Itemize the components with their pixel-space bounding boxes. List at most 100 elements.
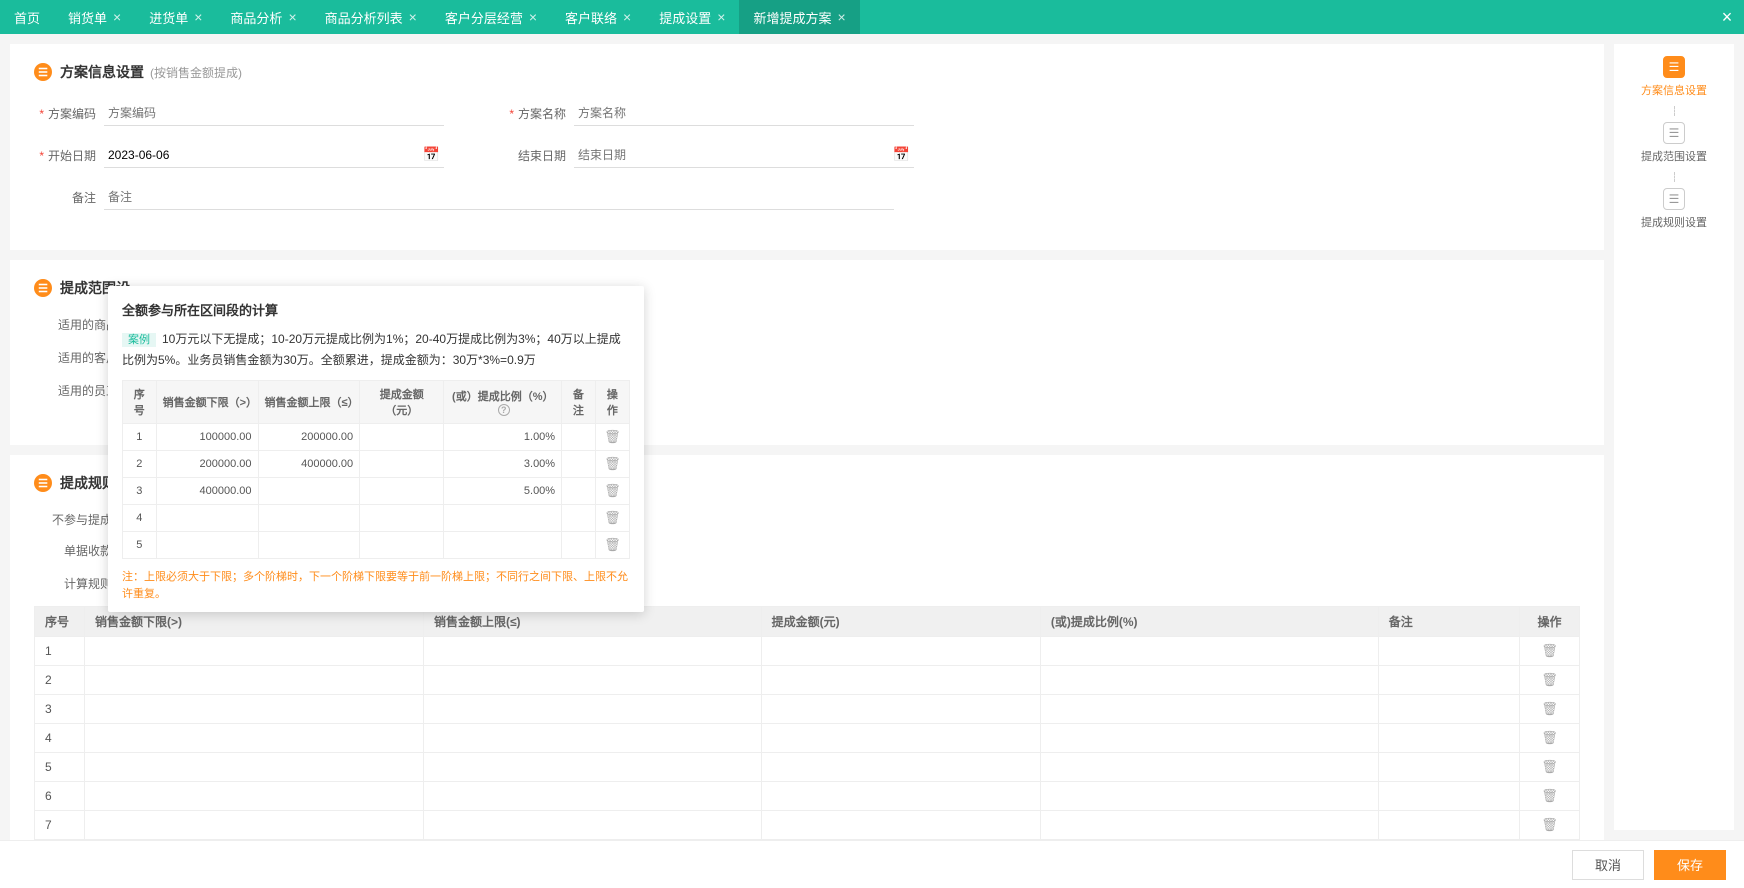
- table-row[interactable]: 6🗑: [35, 782, 1580, 811]
- table-cell[interactable]: [1378, 753, 1519, 782]
- table-cell[interactable]: [1378, 811, 1519, 840]
- table-row[interactable]: 5🗑: [35, 753, 1580, 782]
- table-row[interactable]: 3🗑: [35, 695, 1580, 724]
- table-cell[interactable]: [423, 695, 761, 724]
- table-cell[interactable]: [761, 782, 1040, 811]
- trash-icon[interactable]: 🗑: [1541, 672, 1558, 687]
- cancel-button[interactable]: 取消: [1572, 850, 1644, 880]
- table-cell[interactable]: [85, 782, 424, 811]
- table-cell[interactable]: [1040, 695, 1378, 724]
- table-cell: [156, 505, 258, 532]
- side-nav-item[interactable]: ☰方案信息设置: [1641, 56, 1707, 98]
- trash-icon[interactable]: 🗑: [604, 456, 621, 471]
- table-cell[interactable]: [1378, 695, 1519, 724]
- table-cell[interactable]: [1040, 753, 1378, 782]
- table-cell[interactable]: [761, 637, 1040, 666]
- save-button[interactable]: 保存: [1654, 850, 1726, 880]
- table-cell[interactable]: [1040, 724, 1378, 753]
- table-cell[interactable]: 4: [35, 724, 85, 753]
- table-row[interactable]: 2🗑: [35, 666, 1580, 695]
- trash-icon[interactable]: 🗑: [1541, 817, 1558, 832]
- table-cell[interactable]: [85, 724, 424, 753]
- tab-商品分析[interactable]: 商品分析×: [216, 0, 310, 34]
- table-cell[interactable]: [85, 695, 424, 724]
- tab-close-icon[interactable]: ×: [194, 9, 202, 25]
- trash-icon[interactable]: 🗑: [1541, 701, 1558, 716]
- label-plan-code: 方案编码: [34, 105, 104, 122]
- tab-close-icon[interactable]: ×: [837, 9, 845, 25]
- trash-icon[interactable]: 🗑: [1541, 759, 1558, 774]
- tab-客户分层经营[interactable]: 客户分层经营×: [431, 0, 551, 34]
- trash-icon[interactable]: 🗑: [1541, 643, 1558, 658]
- table-cell[interactable]: 6: [35, 782, 85, 811]
- tab-客户联络[interactable]: 客户联络×: [551, 0, 645, 34]
- table-cell: [562, 532, 596, 559]
- table-cell[interactable]: [1378, 782, 1519, 811]
- tab-新增提成方案[interactable]: 新增提成方案×: [739, 0, 859, 34]
- table-cell[interactable]: [761, 666, 1040, 695]
- table-cell[interactable]: [1378, 724, 1519, 753]
- tab-close-icon[interactable]: ×: [717, 9, 725, 25]
- help-icon[interactable]: ?: [498, 404, 510, 416]
- trash-icon[interactable]: 🗑: [604, 483, 621, 498]
- side-nav-item[interactable]: ☰提成范围设置: [1641, 122, 1707, 164]
- tab-商品分析列表[interactable]: 商品分析列表×: [311, 0, 431, 34]
- table-cell[interactable]: [1378, 666, 1519, 695]
- tab-close-icon[interactable]: ×: [623, 9, 631, 25]
- table-cell: 1: [123, 424, 157, 451]
- table-row[interactable]: 4🗑: [35, 724, 1580, 753]
- table-cell[interactable]: [423, 782, 761, 811]
- side-nav-item[interactable]: ☰提成规则设置: [1641, 188, 1707, 230]
- trash-icon[interactable]: 🗑: [604, 537, 621, 552]
- table-cell[interactable]: [761, 695, 1040, 724]
- table-cell[interactable]: [1040, 666, 1378, 695]
- table-cell[interactable]: [423, 724, 761, 753]
- table-cell[interactable]: [761, 724, 1040, 753]
- table-cell[interactable]: [423, 811, 761, 840]
- trash-icon[interactable]: 🗑: [1541, 730, 1558, 745]
- tab-close-icon[interactable]: ×: [288, 9, 296, 25]
- table-cell[interactable]: [423, 666, 761, 695]
- table-cell[interactable]: [1040, 782, 1378, 811]
- table-cell[interactable]: [1040, 811, 1378, 840]
- plan-code-input[interactable]: [104, 100, 444, 126]
- table-cell: [258, 505, 360, 532]
- tab-提成设置[interactable]: 提成设置×: [645, 0, 739, 34]
- table-cell[interactable]: [85, 811, 424, 840]
- tab-销货单[interactable]: 销货单×: [54, 0, 135, 34]
- tab-close-icon[interactable]: ×: [113, 9, 121, 25]
- trash-icon[interactable]: 🗑: [1541, 788, 1558, 803]
- table-row[interactable]: 7🗑: [35, 811, 1580, 840]
- table-cell: 🗑: [1520, 782, 1580, 811]
- remark-input[interactable]: [104, 184, 894, 210]
- end-date-input[interactable]: [574, 142, 914, 168]
- table-cell[interactable]: [761, 753, 1040, 782]
- table-cell[interactable]: 2: [35, 666, 85, 695]
- table-cell[interactable]: [761, 811, 1040, 840]
- table-cell[interactable]: [423, 753, 761, 782]
- table-row[interactable]: 1🗑: [35, 637, 1580, 666]
- tab-首页[interactable]: 首页: [0, 0, 54, 34]
- table-cell[interactable]: [423, 637, 761, 666]
- plan-name-input[interactable]: [574, 100, 914, 126]
- table-cell[interactable]: 3: [35, 695, 85, 724]
- table-cell[interactable]: [1378, 637, 1519, 666]
- table-row: 1100000.00200000.001.00%🗑: [123, 424, 630, 451]
- trash-icon[interactable]: 🗑: [604, 510, 621, 525]
- table-cell[interactable]: [85, 666, 424, 695]
- tab-close-icon[interactable]: ×: [409, 9, 417, 25]
- table-cell[interactable]: 1: [35, 637, 85, 666]
- table-cell[interactable]: [85, 637, 424, 666]
- tab-进货单[interactable]: 进货单×: [135, 0, 216, 34]
- main-th: 备注: [1378, 607, 1519, 637]
- tab-close-icon[interactable]: ×: [529, 9, 537, 25]
- trash-icon[interactable]: 🗑: [604, 429, 621, 444]
- start-date-input[interactable]: [104, 142, 444, 168]
- table-cell[interactable]: [1040, 637, 1378, 666]
- table-cell[interactable]: 7: [35, 811, 85, 840]
- example-tag: 案例: [122, 333, 156, 347]
- table-cell: [562, 424, 596, 451]
- close-icon[interactable]: ×: [1710, 0, 1744, 34]
- table-cell[interactable]: 5: [35, 753, 85, 782]
- table-cell[interactable]: [85, 753, 424, 782]
